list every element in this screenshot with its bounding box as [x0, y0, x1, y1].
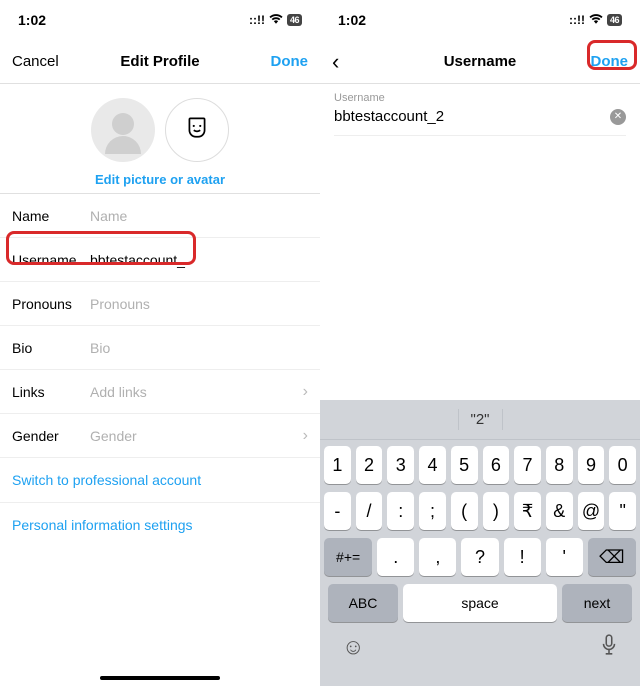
key-space[interactable]: space — [403, 584, 557, 622]
keyboard-footer: ☺ — [320, 628, 640, 662]
key-5[interactable]: 5 — [451, 446, 478, 484]
key-exclaim[interactable]: ! — [504, 538, 541, 576]
username-row[interactable]: Username bbtestaccount_ — [0, 238, 320, 282]
keyboard-row-2: - / : ; ( ) ₹ & @ " — [324, 492, 636, 530]
dual-sim-icon: ::!! — [569, 13, 585, 27]
edit-picture-link[interactable]: Edit picture or avatar — [95, 172, 225, 187]
key-1[interactable]: 1 — [324, 446, 351, 484]
edit-profile-screen: 1:02 ::!! 46 Cancel Edit Profile Done Ed — [0, 0, 320, 686]
backspace-icon: ⌫ — [599, 547, 624, 568]
status-bar: 1:02 ::!! 46 — [0, 0, 320, 40]
battery-icon: 46 — [287, 14, 302, 26]
key-lparen[interactable]: ( — [451, 492, 478, 530]
switch-professional-link[interactable]: Switch to professional account — [0, 458, 320, 503]
emoji-button[interactable]: ☺ — [342, 634, 364, 662]
key-0[interactable]: 0 — [609, 446, 636, 484]
gender-row[interactable]: Gender Gender › — [0, 414, 320, 458]
key-8[interactable]: 8 — [546, 446, 573, 484]
status-indicators: ::!! 46 — [249, 13, 302, 27]
bio-label: Bio — [12, 340, 90, 356]
key-semicolon[interactable]: ; — [419, 492, 446, 530]
avatar-face-icon — [184, 114, 210, 146]
dual-sim-icon: ::!! — [249, 13, 265, 27]
chevron-right-icon: › — [303, 383, 308, 401]
name-row[interactable]: Name Name — [0, 194, 320, 238]
nav-title: Edit Profile — [72, 53, 248, 70]
key-period[interactable]: . — [377, 538, 414, 576]
links-value: Add links — [90, 384, 303, 400]
nav-title: Username — [392, 53, 568, 70]
status-time: 1:02 — [18, 12, 46, 28]
key-abc[interactable]: ABC — [328, 584, 398, 622]
key-question[interactable]: ? — [461, 538, 498, 576]
links-label: Links — [12, 384, 90, 400]
clear-input-button[interactable]: ✕ — [610, 109, 626, 125]
status-bar: 1:02 ::!! 46 — [320, 0, 640, 40]
home-indicator[interactable] — [100, 676, 220, 680]
done-button[interactable]: Done — [248, 53, 308, 70]
key-2[interactable]: 2 — [356, 446, 383, 484]
profile-picture-placeholder[interactable] — [91, 98, 155, 162]
battery-icon: 46 — [607, 14, 622, 26]
nav-bar: Cancel Edit Profile Done — [0, 40, 320, 84]
personal-info-link[interactable]: Personal information settings — [0, 503, 320, 547]
wifi-icon — [589, 13, 603, 27]
key-colon[interactable]: : — [387, 492, 414, 530]
bio-row[interactable]: Bio Bio — [0, 326, 320, 370]
key-3[interactable]: 3 — [387, 446, 414, 484]
username-input[interactable]: bbtestaccount_2 ✕ — [334, 104, 626, 136]
keyboard-suggestion[interactable]: "2" — [458, 409, 503, 430]
keyboard-row-4: ABC space next — [324, 584, 636, 622]
cancel-button[interactable]: Cancel — [12, 53, 72, 70]
key-rparen[interactable]: ) — [483, 492, 510, 530]
back-button[interactable]: ‹ — [332, 49, 392, 75]
name-label: Name — [12, 208, 90, 224]
wifi-icon — [269, 13, 283, 27]
key-apostrophe[interactable]: ' — [546, 538, 583, 576]
pronouns-label: Pronouns — [12, 296, 90, 312]
keyboard: "2" 1 2 3 4 5 6 7 8 9 0 - / : ; ( ) — [320, 400, 640, 686]
key-dash[interactable]: - — [324, 492, 351, 530]
done-button[interactable]: Done — [568, 53, 628, 70]
key-symbols-toggle[interactable]: #+= — [324, 538, 372, 576]
key-at[interactable]: @ — [578, 492, 605, 530]
avatar-option[interactable] — [165, 98, 229, 162]
pronouns-value: Pronouns — [90, 296, 308, 312]
username-edit-screen: 1:02 ::!! 46 ‹ Username Done Username bb… — [320, 0, 640, 686]
key-comma[interactable]: , — [419, 538, 456, 576]
username-input-area: Username bbtestaccount_2 ✕ — [320, 84, 640, 136]
key-slash[interactable]: / — [356, 492, 383, 530]
keyboard-suggestion-bar: "2" — [320, 400, 640, 440]
bio-value: Bio — [90, 340, 308, 356]
username-input-label: Username — [334, 92, 626, 104]
keyboard-row-1: 1 2 3 4 5 6 7 8 9 0 — [324, 446, 636, 484]
key-next[interactable]: next — [562, 584, 632, 622]
username-input-value: bbtestaccount_2 — [334, 108, 444, 125]
gender-value: Gender — [90, 428, 303, 444]
username-label: Username — [12, 252, 90, 268]
form-section: Name Name Username bbtestaccount_ Pronou… — [0, 193, 320, 547]
key-quote[interactable]: " — [609, 492, 636, 530]
links-row[interactable]: Links Add links › — [0, 370, 320, 414]
pronouns-row[interactable]: Pronouns Pronouns — [0, 282, 320, 326]
dictation-button[interactable] — [600, 634, 618, 662]
key-7[interactable]: 7 — [514, 446, 541, 484]
keyboard-row-3: #+= . , ? ! ' ⌫ — [324, 538, 636, 576]
key-amp[interactable]: & — [546, 492, 573, 530]
status-indicators: ::!! 46 — [569, 13, 622, 27]
name-value: Name — [90, 208, 308, 224]
avatar-section: Edit picture or avatar — [0, 84, 320, 193]
key-9[interactable]: 9 — [578, 446, 605, 484]
key-rupee[interactable]: ₹ — [514, 492, 541, 530]
key-6[interactable]: 6 — [483, 446, 510, 484]
nav-bar: ‹ Username Done — [320, 40, 640, 84]
chevron-right-icon: › — [303, 427, 308, 445]
username-value: bbtestaccount_ — [90, 252, 308, 268]
status-time: 1:02 — [338, 12, 366, 28]
gender-label: Gender — [12, 428, 90, 444]
key-backspace[interactable]: ⌫ — [588, 538, 636, 576]
key-4[interactable]: 4 — [419, 446, 446, 484]
